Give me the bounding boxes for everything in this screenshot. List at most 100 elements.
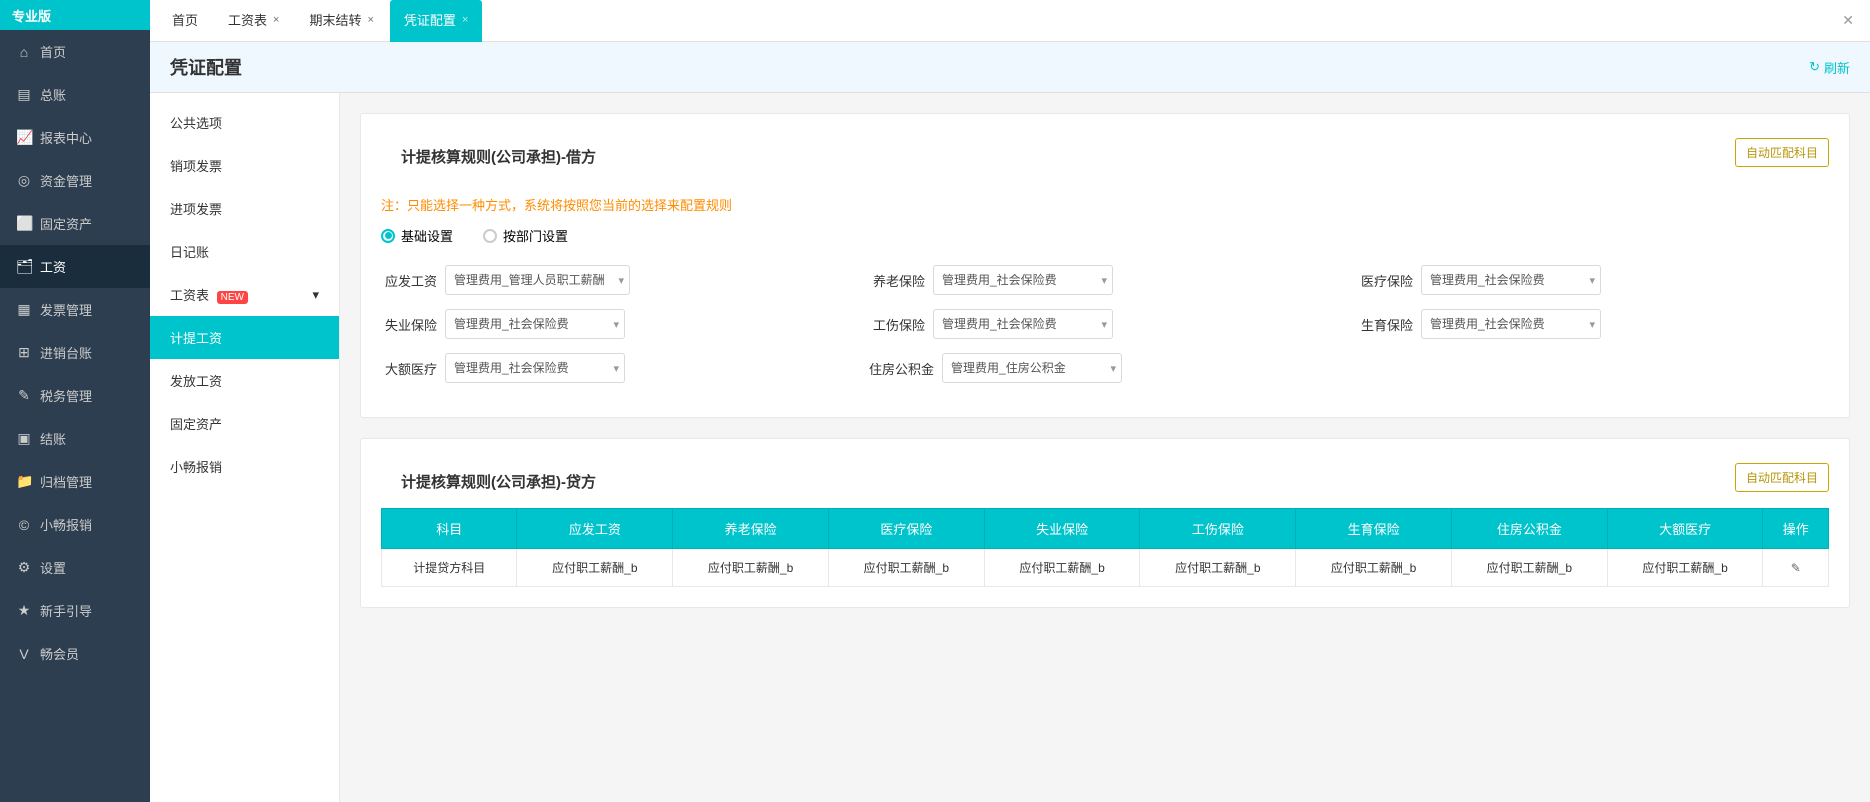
left-nav-calc-salary[interactable]: 计提工资 [150,316,339,359]
cell-yanglao: 应付职工薪酬_b [673,549,829,587]
label-gongshang: 工伤保险 [869,315,925,334]
select-gongshang-wrapper: 管理费用_社会保险费 [933,309,1113,339]
left-nav-payroll-table[interactable]: 工资表 NEW ▾ [150,273,339,316]
select-yiliao[interactable]: 管理费用_社会保险费 [1421,265,1601,295]
section1-warning: 注：只能选择一种方式，系统将按照您当前的选择来配置规则 [381,195,1829,214]
sidebar-item-purchase[interactable]: ⊞ 进销台账 [0,331,150,374]
tab-payroll[interactable]: 工资表 × [214,0,293,42]
table-row: 计提贷方科目 应付职工薪酬_b 应付职工薪酬_b 应付职工薪酬_b 应付职工薪酬… [382,549,1829,587]
select-daeyiliao[interactable]: 管理费用_社会保险费 [445,353,625,383]
left-nav-sales-invoice[interactable]: 销项发票 [150,144,339,187]
sidebar-item-assets[interactable]: ⬜ 固定资产 [0,202,150,245]
tab-period-end[interactable]: 期末结转 × [295,0,387,42]
tab-period-end-close[interactable]: × [367,14,373,26]
sidebar-item-guide[interactable]: ★ 新手引导 [0,589,150,632]
edit-icon[interactable]: ✎ [1791,561,1801,575]
cell-shiye: 应付职工薪酬_b [984,549,1140,587]
tab-voucher-config-close[interactable]: × [462,14,468,26]
cell-gongjijin: 应付职工薪酬_b [1451,549,1607,587]
section-borrow: 计提核算规则(公司承担)-借方 自动匹配科目 注：只能选择一种方式，系统将按照您… [360,113,1850,418]
guide-icon: ★ [16,602,32,619]
sidebar-item-archive[interactable]: 📁 归档管理 [0,460,150,503]
left-nav-pay-salary[interactable]: 发放工资 [150,359,339,402]
left-nav-fixed-assets[interactable]: 固定资产 [150,402,339,445]
sidebar-item-ledger[interactable]: ▤ 总账 [0,73,150,116]
salary-icon: 🗂 [16,258,32,275]
tax-icon: ✎ [16,387,32,404]
cell-yiliao: 应付职工薪酬_b [828,549,984,587]
label-gongjijin: 住房公积金 [869,359,934,378]
sidebar-item-reports[interactable]: 📈 报表中心 [0,116,150,159]
cell-action[interactable]: ✎ [1763,549,1829,587]
cell-yingfa: 应付职工薪酬_b [517,549,673,587]
select-shengyu[interactable]: 管理费用_社会保险费 [1421,309,1601,339]
tab-home[interactable]: 首页 [158,0,212,42]
reports-icon: 📈 [16,129,32,146]
select-yingfa[interactable]: 管理费用_管理人员职工薪酬 [445,265,630,295]
member-icon: V [16,646,32,662]
label-shiye: 失业保险 [381,315,437,334]
form-row-3: 大额医疗 管理费用_社会保险费 住房公积金 管理费用_住 [381,353,1829,383]
radio-dept-setup[interactable]: 按部门设置 [483,226,568,245]
home-icon: ⌂ [16,44,32,60]
label-yiliao: 医疗保险 [1357,271,1413,290]
close-all-tabs[interactable]: ✕ [1834,8,1862,33]
sidebar-item-invoice[interactable]: ▦ 发票管理 [0,288,150,331]
tabs-bar: 首页 工资表 × 期末结转 × 凭证配置 × ✕ [150,0,1870,42]
sidebar-item-salary[interactable]: 🗂 工资 [0,245,150,288]
refresh-button[interactable]: ↻ 刷新 [1809,58,1850,77]
col-action: 操作 [1763,509,1829,549]
left-nav-public-options[interactable]: 公共选项 [150,101,339,144]
xcreport-icon: © [16,517,32,533]
select-shiye[interactable]: 管理费用_社会保险费 [445,309,625,339]
col-yingfa: 应发工资 [517,509,673,549]
sidebar-item-close[interactable]: ▣ 结账 [0,417,150,460]
sidebar-item-home[interactable]: ⌂ 首页 [0,30,150,73]
page-title: 凭证配置 [170,54,242,80]
field-yiliao: 医疗保险 管理费用_社会保险费 [1357,265,1829,295]
section2-body: 科目 应发工资 养老保险 医疗保险 失业保险 工伤保险 生育保险 住房公积金 大… [361,508,1849,607]
sidebar-item-xcreport[interactable]: © 小畅报销 [0,503,150,546]
col-yiliao: 医疗保险 [828,509,984,549]
label-daeyiliao: 大额医疗 [381,359,437,378]
select-gongshang[interactable]: 管理费用_社会保险费 [933,309,1113,339]
brand: 专业版 [0,0,150,30]
auto-match-button-1[interactable]: 自动匹配科目 [1735,138,1829,167]
col-subject: 科目 [382,509,517,549]
label-shengyu: 生育保险 [1357,315,1413,334]
left-nav-purchase-invoice[interactable]: 进项发票 [150,187,339,230]
new-badge: NEW [217,291,248,304]
select-yingfa-wrapper: 管理费用_管理人员职工薪酬 [445,265,630,295]
left-nav-xiaochange[interactable]: 小畅报销 [150,445,339,488]
section-credit: 计提核算规则(公司承担)-贷方 自动匹配科目 科目 应发工资 养老保险 医疗保险… [360,438,1850,608]
tab-voucher-config[interactable]: 凭证配置 × [390,0,482,42]
field-gongshang: 工伤保险 管理费用_社会保险费 [869,309,1341,339]
sidebar-item-settings[interactable]: ⚙ 设置 [0,546,150,589]
section1-header: 计提核算规则(公司承担)-借方 自动匹配科目 [361,114,1849,183]
tab-payroll-close[interactable]: × [273,14,279,26]
radio-group: 基础设置 按部门设置 [381,226,1829,245]
purchase-icon: ⊞ [16,344,32,361]
field-gongjijin: 住房公积金 管理费用_住房公积金 [869,353,1341,383]
refresh-icon: ↻ [1809,59,1820,75]
radio-dept-icon [483,229,497,243]
radio-basic-setup[interactable]: 基础设置 [381,226,453,245]
sidebar-item-member[interactable]: V 畅会员 [0,632,150,675]
col-shiye: 失业保险 [984,509,1140,549]
col-shengyu: 生育保险 [1296,509,1452,549]
funds-icon: ◎ [16,172,32,189]
left-nav-journal[interactable]: 日记账 [150,230,339,273]
sidebar-item-funds[interactable]: ◎ 资金管理 [0,159,150,202]
archive-icon: 📁 [16,473,32,490]
select-gongjijin[interactable]: 管理费用_住房公积金 [942,353,1122,383]
field-yingfa: 应发工资 管理费用_管理人员职工薪酬 [381,265,853,295]
select-yanglao[interactable]: 管理费用_社会保险费 [933,265,1113,295]
field-shiye: 失业保险 管理费用_社会保险费 [381,309,853,339]
auto-match-button-2[interactable]: 自动匹配科目 [1735,463,1829,492]
sidebar: 专业版 ⌂ 首页 ▤ 总账 📈 报表中心 ◎ 资金管理 ⬜ 固定资产 🗂 工资 … [0,0,150,802]
main-area: 首页 工资表 × 期末结转 × 凭证配置 × ✕ 凭证配置 ↻ 刷新 公共选项 [150,0,1870,802]
sidebar-item-tax[interactable]: ✎ 税务管理 [0,374,150,417]
select-daeyiliao-wrapper: 管理费用_社会保险费 [445,353,625,383]
radio-basic-icon [381,229,395,243]
page-header: 凭证配置 ↻ 刷新 [150,42,1870,93]
